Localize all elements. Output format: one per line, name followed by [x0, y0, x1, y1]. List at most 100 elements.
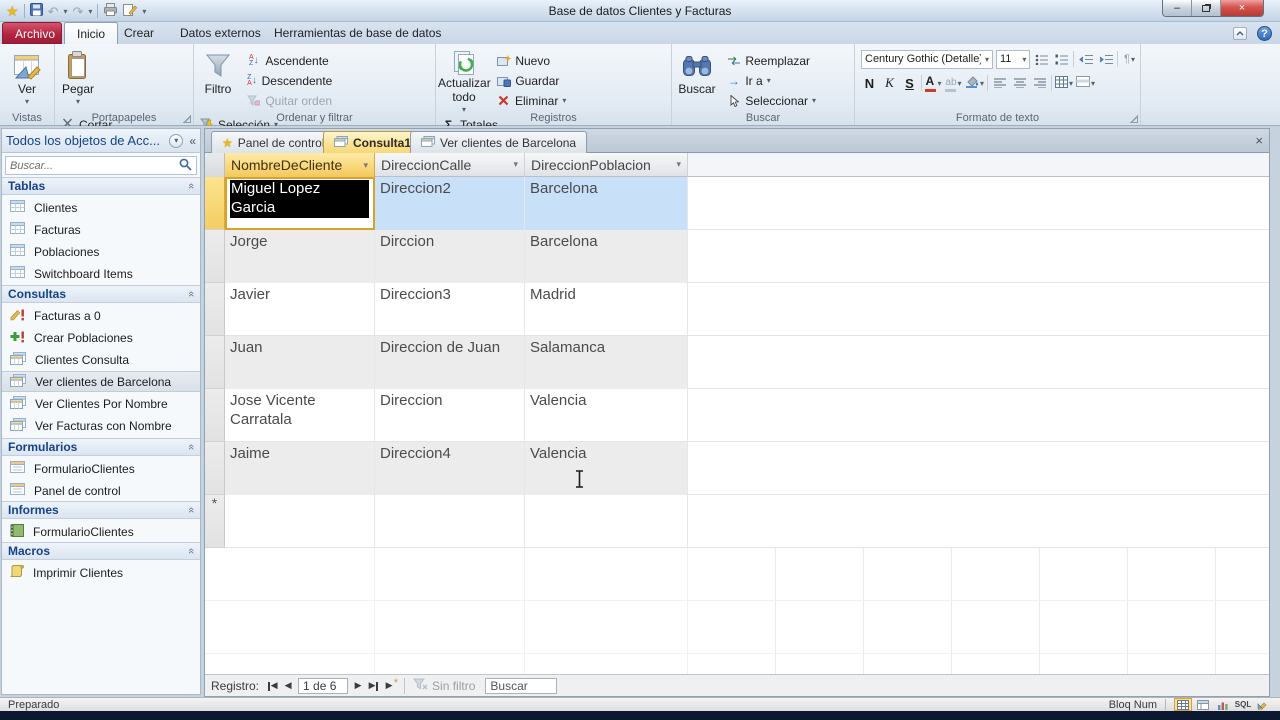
- nav-item-poblaciones[interactable]: Poblaciones: [2, 241, 200, 262]
- section-consultas[interactable]: Consultas «: [2, 285, 200, 303]
- cell[interactable]: Salamanca: [525, 336, 688, 389]
- align-center-button[interactable]: [1011, 74, 1028, 92]
- cell[interactable]: Dirccion: [375, 230, 525, 283]
- nav-menu-icon[interactable]: ▾: [169, 133, 184, 148]
- cell[interactable]: Direccion de Juan: [375, 336, 525, 389]
- increase-indent-button[interactable]: [1097, 50, 1114, 68]
- last-record-button[interactable]: ▶: [365, 678, 379, 694]
- ir-a-button[interactable]: → Ir a ▾: [723, 71, 833, 90]
- section-tablas[interactable]: Tablas «: [2, 177, 200, 195]
- nav-item-facturas-a-0[interactable]: Facturas a 0: [2, 305, 200, 326]
- nav-pane-header[interactable]: Todos los objetos de Acc... ▾ «: [2, 129, 200, 153]
- nav-item-imprimir-clientes[interactable]: Imprimir Clientes: [2, 562, 200, 583]
- new-record-selector[interactable]: *: [205, 495, 225, 548]
- select-all-corner[interactable]: [205, 153, 225, 177]
- buscar-button[interactable]: Buscar: [674, 47, 720, 111]
- first-record-button[interactable]: ◀: [267, 678, 281, 694]
- cell[interactable]: Direccion: [375, 389, 525, 442]
- paragraph-marks-button[interactable]: ¶ ▾: [1121, 50, 1138, 68]
- record-search-input[interactable]: Buscar: [485, 677, 558, 694]
- nav-item-informe-formulario-clientes[interactable]: FormularioClientes: [2, 521, 200, 542]
- nav-search-input[interactable]: Buscar...: [5, 156, 197, 175]
- close-document-icon[interactable]: ×: [1255, 133, 1263, 148]
- cell[interactable]: Javier: [225, 283, 375, 336]
- nav-item-panel-de-control[interactable]: Panel de control: [2, 480, 200, 501]
- section-formularios[interactable]: Formularios «: [2, 438, 200, 456]
- doc-tab-consulta1[interactable]: Consulta1: [323, 131, 423, 153]
- numbering-button[interactable]: [1053, 50, 1070, 68]
- nav-item-formulario-clientes[interactable]: FormularioClientes: [2, 458, 200, 479]
- section-macros[interactable]: Macros «: [2, 542, 200, 560]
- cell[interactable]: Juan: [225, 336, 375, 389]
- cell[interactable]: Valencia: [525, 389, 688, 442]
- quitar-orden-button[interactable]: Quitar orden: [243, 91, 335, 110]
- row-selector[interactable]: [205, 283, 225, 336]
- actualizar-todo-button[interactable]: Actualizar todo ▾: [438, 47, 491, 114]
- tab-herramientas[interactable]: Herramientas de base de datos: [262, 22, 453, 44]
- nav-item-ver-clientes-barcelona[interactable]: Ver clientes de Barcelona: [2, 371, 200, 392]
- gridlines-button[interactable]: ▾: [1055, 74, 1073, 92]
- close-button[interactable]: ×: [1221, 0, 1263, 16]
- nav-item-switchboard[interactable]: Switchboard Items: [2, 263, 200, 284]
- nav-item-clientes-consulta[interactable]: Clientes Consulta: [2, 349, 200, 370]
- align-left-button[interactable]: [991, 74, 1008, 92]
- alternate-row-color-button[interactable]: ▾: [1076, 74, 1095, 92]
- help-icon[interactable]: ?: [1257, 26, 1272, 41]
- restore-button[interactable]: [1192, 0, 1221, 16]
- cell[interactable]: [225, 495, 375, 548]
- descendente-button[interactable]: Z A ↓ Descendente: [243, 71, 335, 90]
- ribbon-collapse-icon[interactable]: [1233, 27, 1247, 40]
- column-dropdown-icon[interactable]: ▾: [676, 159, 681, 170]
- font-name-combo[interactable]: Century Gothic (Detalle) ▾: [861, 49, 993, 69]
- column-dropdown-icon[interactable]: ▾: [513, 159, 518, 170]
- cell[interactable]: Jose Vicente Carratala: [225, 389, 375, 442]
- doc-tab-panel-de-control[interactable]: ★ Panel de control: [211, 131, 336, 153]
- row-selector[interactable]: [205, 389, 225, 442]
- bold-button[interactable]: N: [861, 74, 878, 92]
- design-view-button[interactable]: [1254, 698, 1272, 711]
- cell[interactable]: Barcelona: [525, 230, 688, 283]
- shutter-bar-icon[interactable]: «: [189, 134, 196, 148]
- formato-dialog-launcher[interactable]: [1130, 115, 1138, 123]
- cell[interactable]: [525, 495, 688, 548]
- tab-archivo[interactable]: Archivo: [2, 22, 62, 44]
- nav-item-clientes[interactable]: Clientes: [2, 197, 200, 218]
- new-record-button[interactable]: ▶ *: [382, 677, 398, 694]
- column-header-direccioncalle[interactable]: DireccionCalle ▾: [375, 153, 525, 177]
- pivotchart-view-button[interactable]: [1214, 698, 1232, 711]
- nav-item-facturas[interactable]: Facturas: [2, 219, 200, 240]
- align-right-button[interactable]: [1031, 74, 1048, 92]
- cell[interactable]: Direccion4: [375, 442, 525, 495]
- datasheet-view-button[interactable]: [1174, 698, 1192, 711]
- sql-view-button[interactable]: SQL: [1234, 698, 1252, 711]
- next-record-button[interactable]: ▶: [351, 678, 365, 694]
- previous-record-button[interactable]: ◀: [281, 678, 295, 694]
- ascendente-button[interactable]: A Z ↓ Ascendente: [243, 51, 335, 70]
- underline-button[interactable]: S: [901, 74, 918, 92]
- row-selector[interactable]: [205, 442, 225, 495]
- filter-status-icon[interactable]: [413, 678, 428, 693]
- nav-item-ver-clientes-por-nombre[interactable]: Ver Clientes Por Nombre: [2, 393, 200, 414]
- cell[interactable]: Madrid: [525, 283, 688, 336]
- decrease-indent-button[interactable]: [1077, 50, 1094, 68]
- italic-button[interactable]: K: [881, 74, 898, 92]
- search-icon[interactable]: [179, 158, 192, 174]
- nuevo-button[interactable]: Nuevo: [493, 51, 569, 70]
- pegar-button[interactable]: Pegar ▾: [57, 47, 99, 111]
- eliminar-button[interactable]: Eliminar ▾: [493, 91, 569, 110]
- seleccionar-button[interactable]: Seleccionar ▾: [723, 91, 833, 110]
- guardar-button[interactable]: Guardar: [493, 71, 569, 90]
- tab-crear[interactable]: Crear: [112, 22, 166, 44]
- highlight-button[interactable]: ab ▾: [945, 74, 962, 92]
- nav-item-ver-facturas-con-nombre[interactable]: Ver Facturas con Nombre: [2, 415, 200, 436]
- minimize-button[interactable]: –: [1163, 0, 1192, 16]
- filtro-button[interactable]: Filtro: [196, 47, 240, 111]
- tab-datos-externos[interactable]: Datos externos: [168, 22, 273, 44]
- cell[interactable]: Direccion3: [375, 283, 525, 336]
- cell[interactable]: Direccion2: [375, 177, 525, 230]
- doc-tab-ver-clientes-barcelona[interactable]: Ver clientes de Barcelona: [410, 131, 588, 153]
- column-dropdown-icon[interactable]: ▾: [363, 160, 368, 171]
- cell[interactable]: [375, 495, 525, 548]
- nav-item-crear-poblaciones[interactable]: Crear Poblaciones: [2, 327, 200, 348]
- font-size-combo[interactable]: 11 ▾: [996, 49, 1031, 69]
